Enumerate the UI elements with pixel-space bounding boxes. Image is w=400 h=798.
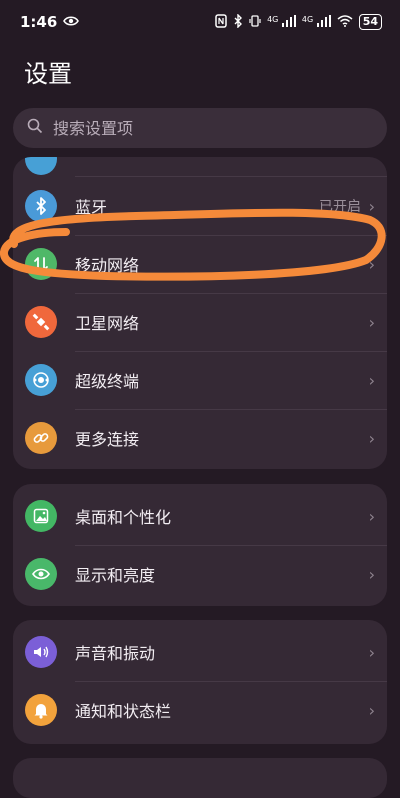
settings-item-label: 声音和振动 <box>75 644 156 663</box>
scrolled-item-icon <box>25 157 57 175</box>
settings-item-label: 通知和状态栏 <box>75 702 172 721</box>
status-time: 1:46 <box>20 13 58 31</box>
status-left: 1:46 <box>20 13 80 31</box>
search-input[interactable] <box>51 117 355 139</box>
next-group-partial <box>13 758 387 798</box>
settings-item-bluetooth[interactable]: 蓝牙 已开启 › <box>13 177 387 235</box>
bluetooth-status-icon <box>233 12 243 31</box>
chevron-right-icon: › <box>368 642 375 662</box>
settings-item-mobile-network[interactable]: 移动网络 › <box>13 235 387 293</box>
nfc-icon <box>215 13 227 31</box>
chevron-right-icon: › <box>368 506 375 526</box>
chevron-right-icon: › <box>368 254 375 274</box>
wallpaper-icon <box>25 500 57 532</box>
settings-item-label: 更多连接 <box>75 430 140 449</box>
eye-icon <box>63 13 80 31</box>
settings-item-more-connections[interactable]: 更多连接 › <box>13 409 387 467</box>
super-device-icon <box>25 364 57 396</box>
settings-item-super-device[interactable]: 超级终端 › <box>13 351 387 409</box>
sound-notification-group: 声音和振动 › 通知和状态栏 › <box>13 620 387 744</box>
settings-item-desktop-personalization[interactable]: 桌面和个性化 › <box>13 487 387 545</box>
eye-icon <box>25 558 57 590</box>
wifi-icon <box>337 14 353 30</box>
status-right: 4G 4G 54 <box>215 12 382 31</box>
settings-item-label: 超级终端 <box>75 372 140 391</box>
settings-item-label: 卫星网络 <box>75 314 140 333</box>
network-type-2: 4G <box>301 14 314 24</box>
search-icon <box>27 118 43 138</box>
settings-item-satellite-network[interactable]: 卫星网络 › <box>13 293 387 351</box>
settings-item-label: 桌面和个性化 <box>75 508 172 527</box>
signal-1: 4G <box>267 14 296 30</box>
settings-item-value: 已开启 <box>319 199 361 215</box>
personalization-group: 桌面和个性化 › 显示和亮度 › <box>13 484 387 606</box>
chevron-right-icon: › <box>368 700 375 720</box>
search-bar[interactable] <box>13 108 387 148</box>
battery-indicator: 54 <box>358 14 382 30</box>
satellite-icon <box>25 306 57 338</box>
settings-item-sound-vibration[interactable]: 声音和振动 › <box>13 623 387 681</box>
mobile-data-icon <box>25 248 57 280</box>
link-icon <box>25 422 57 454</box>
chevron-right-icon: › <box>368 312 375 332</box>
settings-item-notification-statusbar[interactable]: 通知和状态栏 › <box>13 681 387 739</box>
volume-icon <box>25 636 57 668</box>
vibrate-icon <box>249 14 261 31</box>
settings-item-display-brightness[interactable]: 显示和亮度 › <box>13 545 387 603</box>
network-type-1: 4G <box>267 14 279 24</box>
settings-item-label: 移动网络 <box>75 256 140 275</box>
bell-icon <box>25 694 57 726</box>
settings-item-label: 蓝牙 <box>75 198 108 217</box>
bluetooth-icon <box>25 190 57 222</box>
chevron-right-icon: › <box>368 196 375 216</box>
chevron-right-icon: › <box>368 564 375 584</box>
connectivity-group: 蓝牙 已开启 › 移动网络 › 卫星网络 › 超级终端 › 更多连接 › <box>13 157 387 469</box>
status-bar: 1:46 4G 4G 54 <box>0 0 400 44</box>
chevron-right-icon: › <box>368 370 375 390</box>
chevron-right-icon: › <box>368 428 375 448</box>
signal-2: 4G <box>301 14 331 30</box>
settings-item-label: 显示和亮度 <box>75 566 156 585</box>
page-title: 设置 <box>24 60 72 88</box>
